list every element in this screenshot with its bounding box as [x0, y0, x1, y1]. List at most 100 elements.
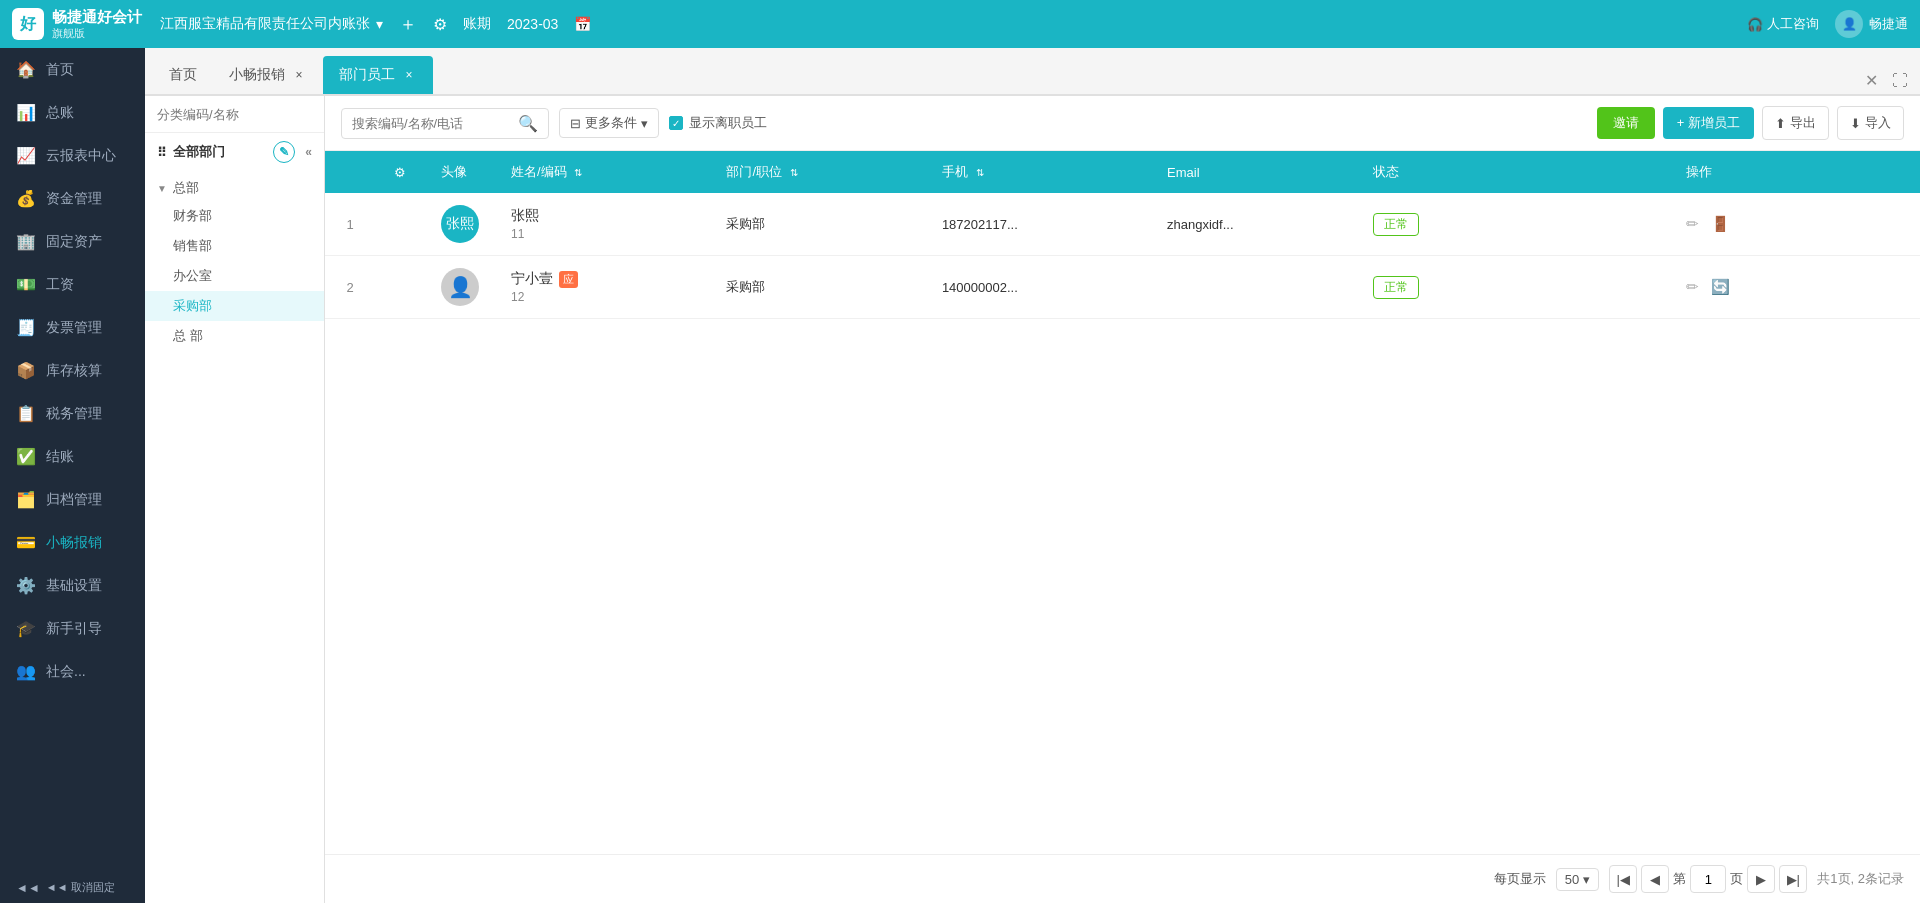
- row-phone-2: 140000002...: [926, 256, 1151, 319]
- row-actions-1: ✏ 🚪: [1670, 193, 1920, 256]
- edit-button-1[interactable]: ✏: [1686, 215, 1699, 233]
- prev-page-button[interactable]: ◀: [1641, 865, 1669, 893]
- page-label-ye: 页: [1730, 870, 1743, 888]
- dept-item-finance[interactable]: 财务部: [145, 201, 324, 231]
- employee-table: ⚙ 头像 姓名/编码 ⇅ 部门/职位 ⇅: [325, 151, 1920, 319]
- edit-button-2[interactable]: ✏: [1686, 278, 1699, 296]
- table-row: 1 张熙 张熙 11 采购部 187202117...: [325, 193, 1920, 256]
- header-right: 🎧 人工咨询 👤 畅捷通: [1747, 10, 1908, 38]
- filter-button[interactable]: ⊟ 更多条件 ▾: [559, 108, 659, 138]
- status-badge-2: 正常: [1373, 276, 1419, 299]
- export-icon: ⬆: [1775, 116, 1786, 131]
- sidebar-item-expense[interactable]: 💳 小畅报销: [0, 521, 145, 564]
- sidebar-item-label: 工资: [46, 276, 74, 294]
- sidebar-item-close[interactable]: ✅ 结账: [0, 435, 145, 478]
- action-icons-1: ✏ 🚪: [1686, 215, 1904, 233]
- sidebar-item-settings[interactable]: ⚙️ 基础设置: [0, 564, 145, 607]
- dept-edit-button[interactable]: ✎: [273, 141, 295, 163]
- sidebar-item-label: 社会...: [46, 663, 86, 681]
- dept-item-purchase[interactable]: 采购部: [145, 291, 324, 321]
- sidebar-item-payroll[interactable]: 💵 工资: [0, 263, 145, 306]
- sidebar-item-label: 首页: [46, 61, 74, 79]
- ledger-icon: 📊: [16, 103, 36, 122]
- disable-button-1[interactable]: 🚪: [1711, 215, 1730, 233]
- user-area[interactable]: 👤 畅捷通: [1835, 10, 1908, 38]
- next-page-button[interactable]: ▶: [1747, 865, 1775, 893]
- import-button[interactable]: ⬇ 导入: [1837, 106, 1904, 140]
- col-name[interactable]: 姓名/编码 ⇅: [495, 151, 710, 193]
- page-number-input[interactable]: [1690, 865, 1726, 893]
- sidebar-item-fund[interactable]: 💰 资金管理: [0, 177, 145, 220]
- row-settings-2: [375, 256, 425, 319]
- col-email: Email: [1151, 151, 1357, 193]
- last-page-button[interactable]: ▶|: [1779, 865, 1807, 893]
- col-settings[interactable]: ⚙: [375, 151, 425, 193]
- employee-search-input[interactable]: [352, 116, 512, 131]
- sidebar-item-label: 资金管理: [46, 190, 102, 208]
- row-dept-1: 采购部: [710, 193, 925, 256]
- col-phone[interactable]: 手机 ⇅: [926, 151, 1151, 193]
- guide-icon: 🎓: [16, 619, 36, 638]
- sidebar-item-ledger[interactable]: 📊 总账: [0, 91, 145, 134]
- sidebar-item-label: 小畅报销: [46, 534, 102, 552]
- sidebar-item-archive[interactable]: 🗂️ 归档管理: [0, 478, 145, 521]
- dept-item-general[interactable]: 总 部: [145, 321, 324, 351]
- settings-icon: ⚙️: [16, 576, 36, 595]
- close-window-button[interactable]: ✕: [1861, 67, 1882, 94]
- calendar-icon[interactable]: 📅: [574, 16, 591, 32]
- sidebar-item-invoice[interactable]: 🧾 发票管理: [0, 306, 145, 349]
- header-mid: ＋ ⚙ 账期 2023-03 📅: [399, 12, 591, 36]
- payroll-icon: 💵: [16, 275, 36, 294]
- sidebar-item-inventory[interactable]: 📦 库存核算: [0, 349, 145, 392]
- unpin-icon: ◄◄: [16, 881, 40, 895]
- dept-item-sales[interactable]: 销售部: [145, 231, 324, 261]
- left-panel: 🔍 ⠿ 全部部门 ✎ « ▼ 总部 财务部 销售部: [145, 96, 325, 903]
- tab-employees-close[interactable]: ×: [401, 67, 417, 83]
- expense-icon: 💳: [16, 533, 36, 552]
- maximize-window-button[interactable]: ⛶: [1888, 68, 1912, 94]
- sidebar-item-label: 固定资产: [46, 233, 102, 251]
- page-size-select[interactable]: 50 ▾: [1556, 868, 1599, 891]
- sidebar-item-label: 税务管理: [46, 405, 102, 423]
- yun-badge: 应: [559, 271, 578, 288]
- dept-search-input[interactable]: [157, 107, 325, 122]
- dept-group-label-head[interactable]: ▼ 总部: [145, 175, 324, 201]
- tab-expense-close[interactable]: ×: [291, 67, 307, 83]
- unpin-button[interactable]: ◄◄ ◄◄ 取消固定: [0, 872, 145, 903]
- first-page-button[interactable]: |◀: [1609, 865, 1637, 893]
- total-label: 共1页, 2条记录: [1817, 870, 1904, 888]
- sidebar-item-guide[interactable]: 🎓 新手引导: [0, 607, 145, 650]
- dept-collapse-icon[interactable]: «: [305, 145, 312, 159]
- invite-button[interactable]: 邀请: [1597, 107, 1655, 139]
- row-index-1: 1: [325, 193, 375, 256]
- show-resign-toggle[interactable]: ✓ 显示离职员工: [669, 114, 767, 132]
- gear-icon[interactable]: ⚙: [433, 15, 447, 34]
- dept-item-office[interactable]: 办公室: [145, 261, 324, 291]
- col-dept[interactable]: 部门/职位 ⇅: [710, 151, 925, 193]
- add-employee-button[interactable]: + 新增员工: [1663, 107, 1754, 139]
- assets-icon: 🏢: [16, 232, 36, 251]
- export-button[interactable]: ⬆ 导出: [1762, 106, 1829, 140]
- delete-button-2[interactable]: 🔄: [1711, 278, 1730, 296]
- row-email-1: zhangxidf...: [1151, 193, 1357, 256]
- sidebar: 🏠 首页 📊 总账 📈 云报表中心 💰 资金管理 🏢 固定资产 💵 工资 🧾 发…: [0, 48, 145, 903]
- all-dept-header[interactable]: ⠿ 全部部门 ✎ «: [145, 133, 324, 171]
- tab-employees[interactable]: 部门员工 ×: [323, 56, 433, 94]
- employee-search-bar: 🔍: [341, 108, 549, 139]
- sidebar-item-tax[interactable]: 📋 税务管理: [0, 392, 145, 435]
- sidebar-item-reports[interactable]: 📈 云报表中心: [0, 134, 145, 177]
- sidebar-item-home[interactable]: 🏠 首页: [0, 48, 145, 91]
- inner-content: 🔍 ⠿ 全部部门 ✎ « ▼ 总部 财务部 销售部: [145, 96, 1920, 903]
- page-size-value: 50: [1565, 872, 1579, 887]
- tab-home[interactable]: 首页: [153, 56, 213, 94]
- table-row: 2 👤 宁小壹 应: [325, 256, 1920, 319]
- page-size-arrow: ▾: [1583, 872, 1590, 887]
- service-button[interactable]: 🎧 人工咨询: [1747, 15, 1819, 33]
- tab-employees-label: 部门员工: [339, 66, 395, 84]
- logo-area: 好 畅捷通好会计 旗舰版: [12, 8, 152, 41]
- add-button[interactable]: ＋: [399, 12, 417, 36]
- sidebar-item-social[interactable]: 👥 社会...: [0, 650, 145, 693]
- sidebar-item-assets[interactable]: 🏢 固定资产: [0, 220, 145, 263]
- tab-expense[interactable]: 小畅报销 ×: [213, 56, 323, 94]
- company-selector[interactable]: 江西服宝精品有限责任公司内账张 ▾: [160, 15, 383, 33]
